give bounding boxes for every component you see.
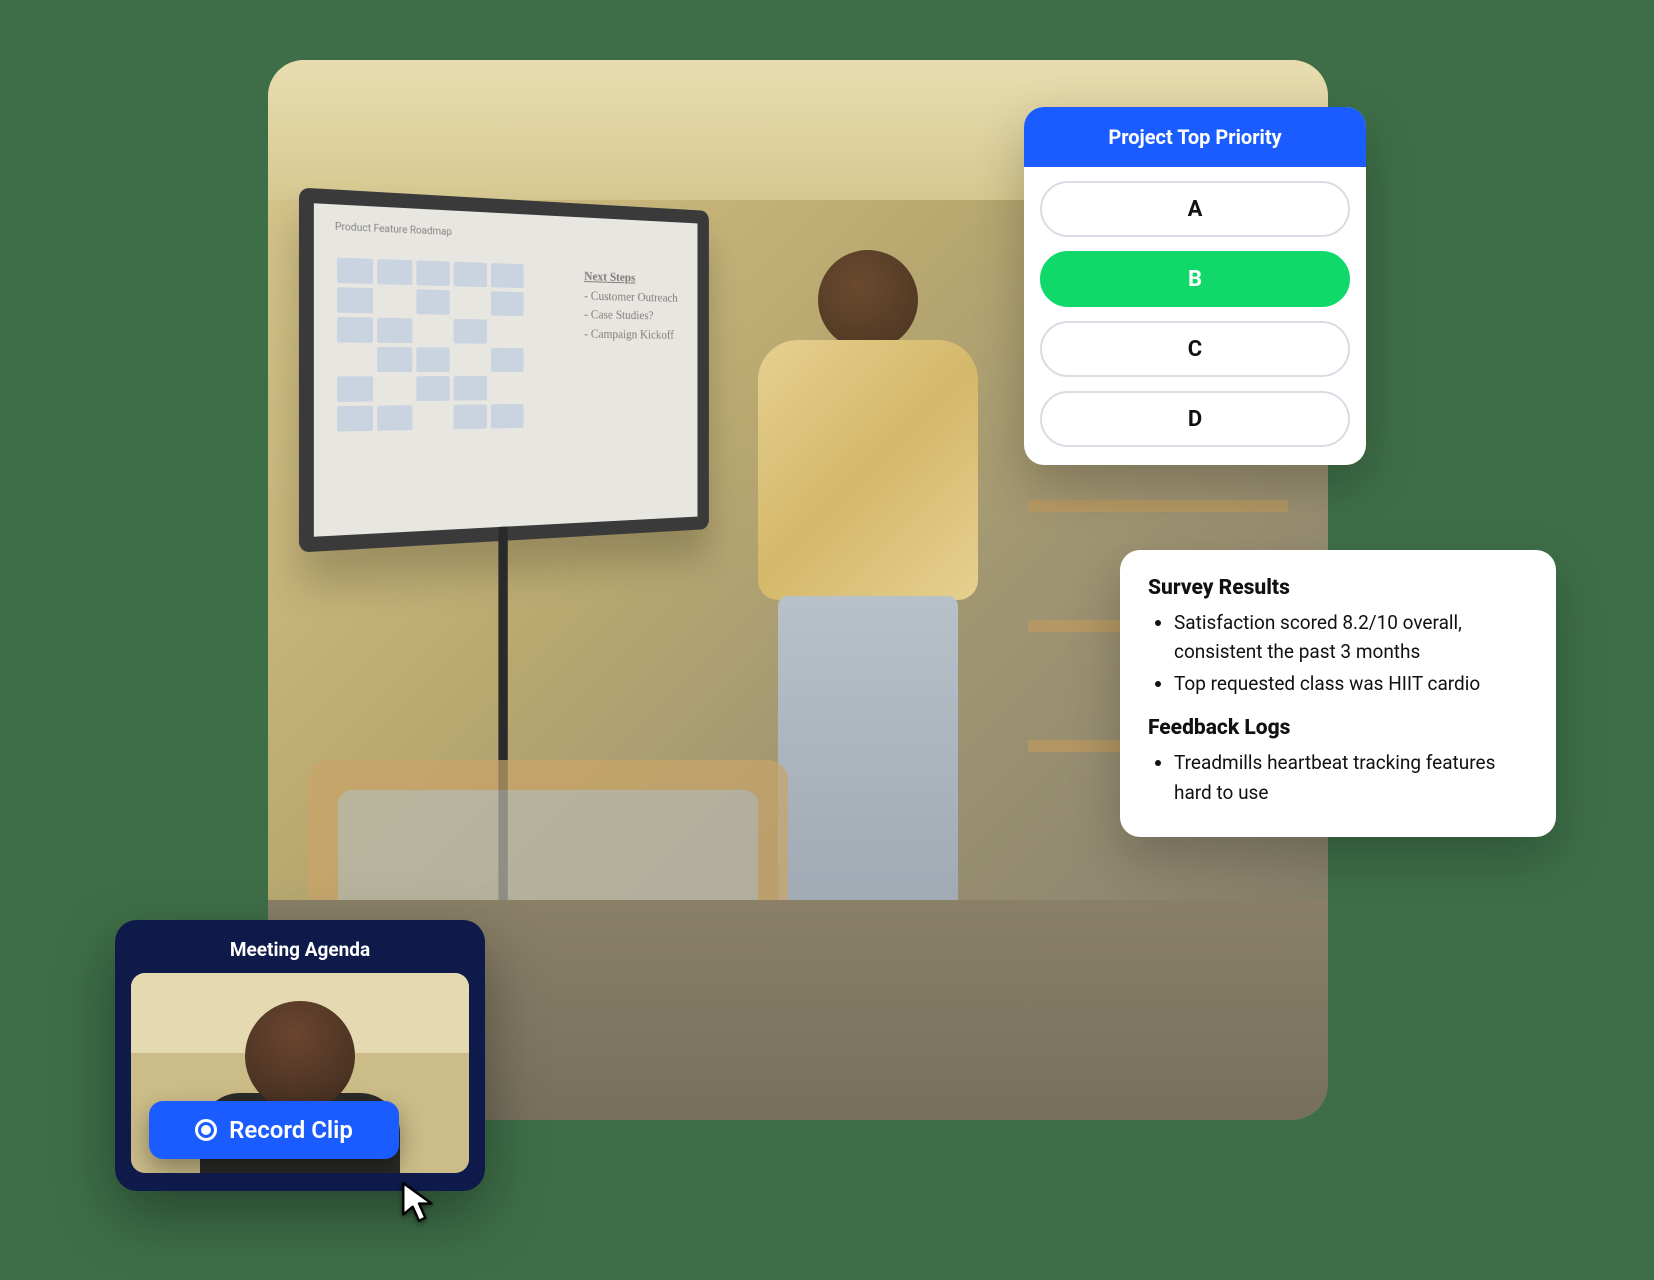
- whiteboard-title: Product Feature Roadmap: [335, 221, 689, 248]
- record-clip-label: Record Clip: [229, 1116, 353, 1144]
- poll-option-d[interactable]: D: [1040, 391, 1350, 447]
- poll-options: A B C D: [1024, 167, 1366, 465]
- feedback-log-item: Treadmills heartbeat tracking features h…: [1174, 748, 1528, 807]
- poll-option-b[interactable]: B: [1040, 251, 1350, 307]
- poll-option-c[interactable]: C: [1040, 321, 1350, 377]
- whiteboard-note-line: - Case Studies?: [584, 304, 678, 325]
- meeting-agenda-title: Meeting Agenda: [131, 934, 469, 973]
- whiteboard-note-line: - Campaign Kickoff: [584, 324, 678, 344]
- whiteboard: Product Feature Roadmap Next Steps - Cus…: [299, 187, 709, 552]
- poll-option-a[interactable]: A: [1040, 181, 1350, 237]
- poll-card: Project Top Priority A B C D: [1024, 107, 1366, 465]
- whiteboard-notes: Next Steps - Customer Outreach - Case St…: [584, 266, 678, 343]
- poll-title: Project Top Priority: [1024, 107, 1366, 167]
- whiteboard-notes-title: Next Steps: [584, 266, 678, 288]
- results-card: Survey Results Satisfaction scored 8.2/1…: [1120, 550, 1556, 837]
- meeting-agenda-widget: Meeting Agenda Record Clip: [115, 920, 485, 1191]
- whiteboard-note-line: - Customer Outreach: [584, 285, 678, 306]
- record-icon: [195, 1119, 217, 1141]
- survey-result-item: Top requested class was HIIT cardio: [1174, 669, 1528, 698]
- record-clip-button[interactable]: Record Clip: [149, 1101, 399, 1159]
- whiteboard-grid: [337, 258, 524, 491]
- survey-result-item: Satisfaction scored 8.2/10 overall, cons…: [1174, 608, 1528, 667]
- feedback-logs-list: Treadmills heartbeat tracking features h…: [1148, 748, 1528, 807]
- meeting-agenda-video-thumbnail[interactable]: Record Clip: [131, 973, 469, 1173]
- feedback-logs-heading: Feedback Logs: [1148, 716, 1528, 740]
- survey-results-heading: Survey Results: [1148, 576, 1528, 600]
- survey-results-list: Satisfaction scored 8.2/10 overall, cons…: [1148, 608, 1528, 698]
